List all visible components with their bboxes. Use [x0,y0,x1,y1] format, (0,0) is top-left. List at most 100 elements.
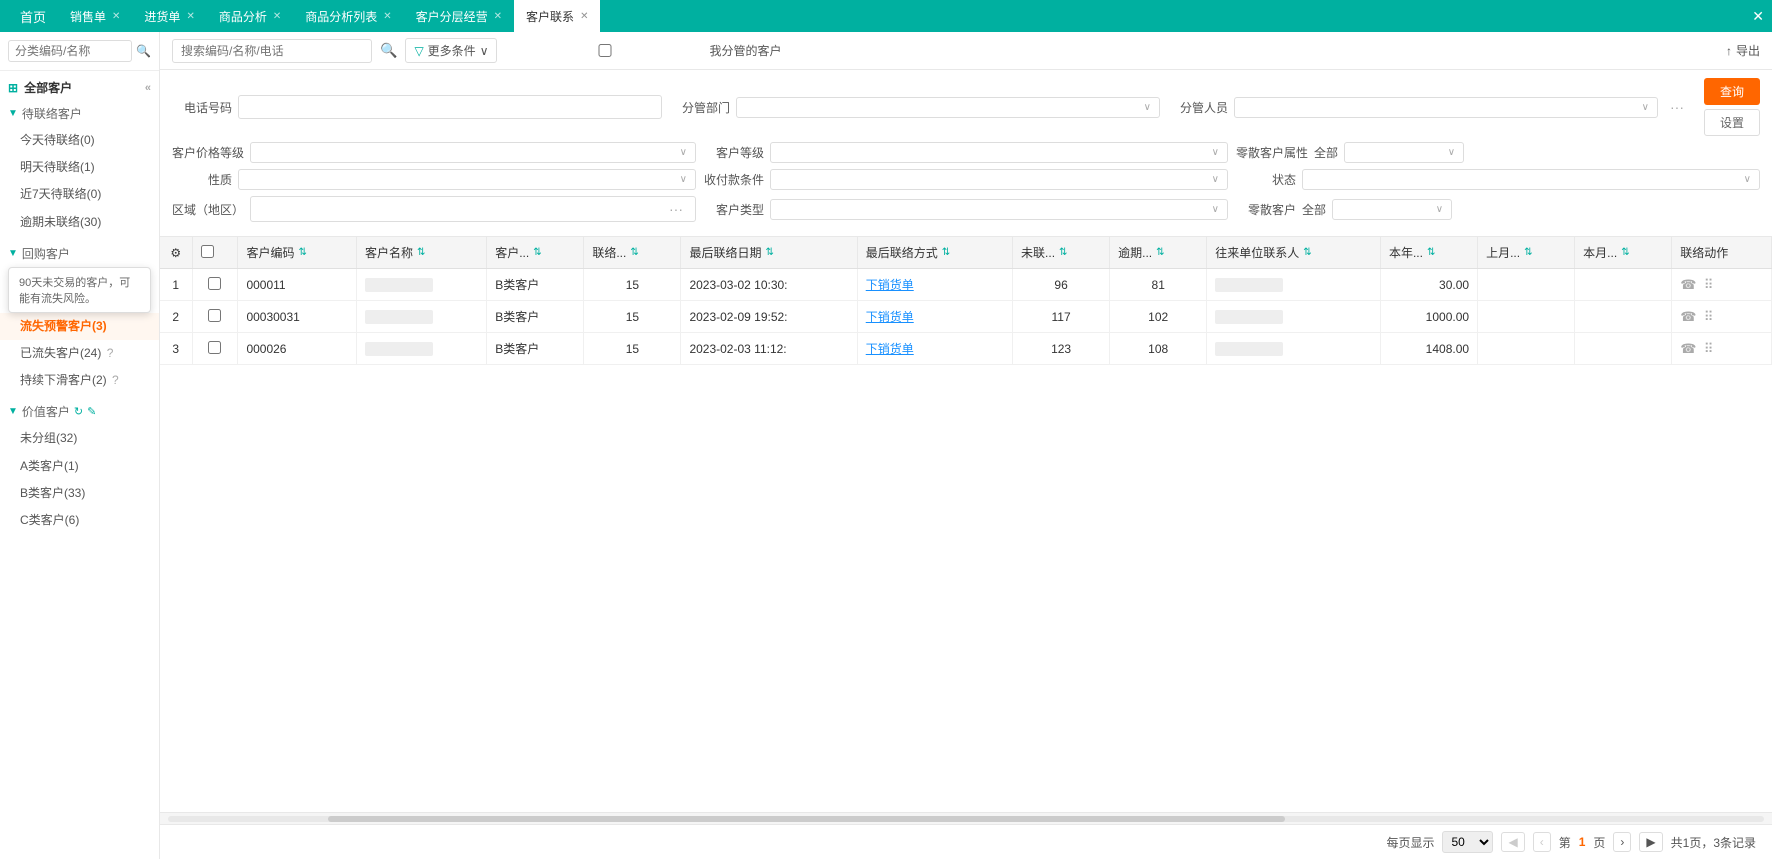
tab-goods-list-close[interactable]: ✕ [383,11,391,22]
status-select[interactable]: ∨ [1302,169,1760,190]
sidebar-search-icon[interactable]: 🔍 [136,44,151,58]
retail-attr-select[interactable]: ∨ [1344,142,1464,163]
region-select[interactable]: ··· [250,196,696,222]
select-all-checkbox[interactable] [201,245,214,258]
scrollbar-thumb[interactable] [328,816,1286,822]
export-button[interactable]: ↑ 导出 [1726,42,1760,59]
th-code[interactable]: 客户编码 ⇅ [238,237,357,269]
th-level-sort-icon: ⇅ [533,247,541,258]
customer-type-select[interactable]: ∨ [770,199,1228,220]
sidebar-item-tomorrow[interactable]: 明天待联络(1) [0,154,159,181]
region-more-dots[interactable]: ··· [665,201,687,217]
person-select[interactable]: ∨ [1234,97,1658,118]
last-method-link-1[interactable]: 下销货单 [866,278,914,292]
filter-more-btn[interactable]: ▽ 更多条件 ∨ [405,38,497,63]
sidebar-item-churned[interactable]: 已流失客户(24) ? [0,340,159,367]
toolbar-search-icon[interactable]: 🔍 [380,42,397,59]
last-method-link-2[interactable]: 下销货单 [866,310,914,324]
th-unit-contacts[interactable]: 往来单位联系人 ⇅ [1207,237,1381,269]
my-customers-checkbox-label[interactable]: 我分管的客户 [505,42,781,59]
td-last-method-3[interactable]: 下销货单 [857,333,1012,365]
query-button[interactable]: 查询 [1704,78,1760,105]
horizontal-scrollbar[interactable] [160,812,1772,824]
sidebar-search-input[interactable] [8,40,132,62]
per-page-select[interactable]: 50 20 100 [1442,831,1493,853]
sidebar-item-declining[interactable]: 持续下滑客户(2) ? [0,367,159,394]
row-checkbox-1[interactable] [208,277,221,290]
scrollbar-track[interactable] [168,816,1764,822]
tab-goods-list[interactable]: 商品分析列表 ✕ [293,0,403,32]
sidebar-group-pending-title[interactable]: ▼ 待联络客户 [0,100,159,127]
row-checkbox-2[interactable] [208,309,221,322]
dept-select[interactable]: ∨ [736,97,1160,118]
th-this-month[interactable]: 本月... ⇅ [1575,237,1672,269]
nav-home[interactable]: 首页 [8,7,58,26]
action-contact-icon-3[interactable]: ☎ [1680,341,1696,356]
tab-purchase-close[interactable]: ✕ [186,11,194,22]
nature-select[interactable]: ∨ [238,169,696,190]
sidebar-item-b-class[interactable]: B类客户(33) [0,480,159,507]
my-customers-checkbox[interactable] [505,44,705,57]
tab-customer-tier-close[interactable]: ✕ [494,11,502,22]
value-refresh-icon[interactable]: ↻ [74,405,83,418]
th-gear[interactable]: ⚙ [160,237,192,269]
th-contact[interactable]: 联络... ⇅ [584,237,681,269]
prev-page-button[interactable]: ‹ [1533,832,1551,852]
tab-customer-tier[interactable]: 客户分层经营 ✕ [404,0,514,32]
td-checkbox-3[interactable] [192,333,238,365]
th-name[interactable]: 客户名称 ⇅ [357,237,487,269]
row-checkbox-3[interactable] [208,341,221,354]
sidebar-group-repurchase-title[interactable]: ▼ 回购客户 [0,240,159,267]
tab-goods-analysis-close[interactable]: ✕ [273,11,281,22]
td-actions-2: ☎ ⠿ [1672,301,1772,333]
first-page-button[interactable]: ◀ [1501,832,1524,852]
th-level[interactable]: 客户... ⇅ [487,237,584,269]
tab-purchase[interactable]: 进货单 ✕ [132,0,206,32]
action-more-icon-1[interactable]: ⠿ [1704,277,1714,292]
td-code-1: 000011 [238,269,357,301]
search-input[interactable] [172,39,372,63]
sidebar-item-today[interactable]: 今天待联络(0) [0,127,159,154]
group-pending-label: 待联络客户 [22,105,82,122]
th-checkbox[interactable] [192,237,238,269]
sidebar-item-a-class[interactable]: A类客户(1) [0,453,159,480]
th-uncontacted[interactable]: 未联... ⇅ [1013,237,1110,269]
td-last-method-1[interactable]: 下销货单 [857,269,1012,301]
close-all-button[interactable]: ✕ [1752,8,1764,25]
action-more-icon-3[interactable]: ⠿ [1704,341,1714,356]
sidebar-item-churn-warning[interactable]: 流失预警客户(3) [0,313,159,340]
phone-input[interactable] [238,95,662,119]
th-last-method[interactable]: 最后联络方式 ⇅ [857,237,1012,269]
sidebar-item-7days[interactable]: 近7天待联络(0) [0,181,159,208]
next-page-button[interactable]: › [1613,832,1631,852]
retail-select[interactable]: ∨ [1332,199,1452,220]
last-method-link-3[interactable]: 下销货单 [866,342,914,356]
action-contact-icon-1[interactable]: ☎ [1680,277,1696,292]
action-contact-icon-2[interactable]: ☎ [1680,309,1696,324]
th-last-month[interactable]: 上月... ⇅ [1478,237,1575,269]
tab-customer-contact[interactable]: 客户联系 ✕ [514,0,600,32]
tab-sales[interactable]: 销售单 ✕ [58,0,132,32]
td-last-method-2[interactable]: 下销货单 [857,301,1012,333]
sidebar-all-customers[interactable]: ⊞ 全部客户 « [0,71,159,100]
price-level-select[interactable]: ∨ [250,142,696,163]
tab-sales-close[interactable]: ✕ [112,11,120,22]
customer-level-select[interactable]: ∨ [770,142,1228,163]
tab-goods-analysis[interactable]: 商品分析 ✕ [207,0,293,32]
td-checkbox-2[interactable] [192,301,238,333]
th-last-contact-date[interactable]: 最后联络日期 ⇅ [681,237,857,269]
last-page-button[interactable]: ▶ [1639,832,1662,852]
th-this-year[interactable]: 本年... ⇅ [1380,237,1477,269]
tab-customer-contact-close[interactable]: ✕ [580,11,588,22]
th-overdue[interactable]: 逾期... ⇅ [1110,237,1207,269]
sidebar-item-c-class[interactable]: C类客户(6) [0,507,159,534]
sidebar-group-value-title[interactable]: ▼ 价值客户 ↻ ✎ [0,398,159,425]
value-edit-icon[interactable]: ✎ [87,405,96,418]
sidebar-item-ungrouped[interactable]: 未分组(32) [0,425,159,452]
payment-select[interactable]: ∨ [770,169,1228,190]
sidebar-item-overdue[interactable]: 逾期未联络(30) [0,209,159,236]
settings-button[interactable]: 设置 [1704,109,1760,136]
filter-more-dots[interactable]: ··· [1666,99,1688,115]
action-more-icon-2[interactable]: ⠿ [1704,309,1714,324]
td-checkbox-1[interactable] [192,269,238,301]
